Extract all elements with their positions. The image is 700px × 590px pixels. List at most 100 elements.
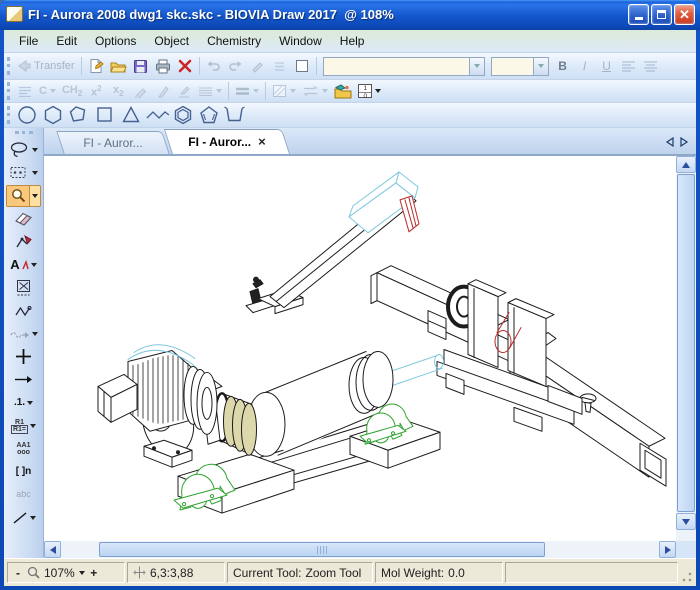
curve-arrow-tool[interactable]: [5, 323, 43, 344]
new-document-button[interactable]: [85, 55, 107, 77]
fill-style-button[interactable]: [269, 80, 299, 102]
insert-object-button[interactable]: [291, 55, 313, 77]
zoom-tool-selected[interactable]: [5, 184, 43, 207]
select-molecule-tool[interactable]: [5, 162, 43, 183]
tab-scroll-right-button[interactable]: [678, 136, 690, 148]
open-file-button[interactable]: [107, 55, 130, 77]
chevron-down-icon[interactable]: [30, 262, 37, 267]
toolbar-grip[interactable]: [7, 82, 10, 100]
chevron-down-icon[interactable]: [30, 423, 37, 428]
chevron-down-icon[interactable]: [27, 400, 34, 405]
rgroup-tool[interactable]: R1 R1=: [5, 415, 43, 436]
zoom-in-button[interactable]: +: [89, 566, 99, 580]
tab-close-icon[interactable]: ×: [258, 135, 266, 148]
ring-template-button[interactable]: [222, 104, 248, 126]
redo-button[interactable]: [225, 55, 247, 77]
chevron-down-icon[interactable]: [29, 515, 36, 520]
underline-button[interactable]: U: [596, 55, 618, 77]
tab-inactive-document[interactable]: FI - Auror...: [56, 131, 170, 154]
menu-object[interactable]: Object: [145, 31, 198, 51]
pencil-tool-button[interactable]: [129, 80, 151, 102]
print-button[interactable]: [152, 55, 174, 77]
highlight-tool-button[interactable]: [173, 80, 195, 102]
plus-tool[interactable]: [5, 346, 43, 367]
scroll-right-button[interactable]: [659, 541, 676, 558]
menu-chemistry[interactable]: Chemistry: [198, 31, 270, 51]
superscript-button[interactable]: x2: [85, 80, 107, 102]
line-draw-tool[interactable]: [5, 507, 43, 528]
menu-edit[interactable]: Edit: [47, 31, 86, 51]
ratio-display-button[interactable]: 10: [355, 80, 384, 102]
delete-button[interactable]: [174, 55, 196, 77]
menu-options[interactable]: Options: [86, 31, 145, 51]
italic-button[interactable]: I: [574, 55, 596, 77]
scroll-down-button[interactable]: [676, 513, 696, 530]
tab-active-document[interactable]: FI - Auror... ×: [163, 129, 291, 154]
line-weight-button[interactable]: [232, 80, 262, 102]
chevron-down-icon[interactable]: [31, 331, 38, 336]
reaction-arrows-button[interactable]: [299, 80, 331, 102]
reaction-arrow-tool[interactable]: [5, 369, 43, 390]
toolbar-grip[interactable]: [7, 57, 10, 75]
insert-picture-button[interactable]: [331, 80, 355, 102]
ring-square-button[interactable]: [92, 104, 118, 126]
sequence-tool[interactable]: AA1 ooo: [5, 438, 43, 459]
text-tool[interactable]: A: [5, 254, 43, 275]
resize-grip[interactable]: [680, 571, 693, 584]
horizontal-scrollbar[interactable]: [44, 541, 676, 558]
toolbar-grip[interactable]: [7, 106, 10, 124]
ring-triangle-button[interactable]: [118, 104, 144, 126]
undo-button[interactable]: [203, 55, 225, 77]
align-left-button[interactable]: [618, 55, 640, 77]
bold-button[interactable]: B: [552, 55, 574, 77]
pen-tool-button[interactable]: [151, 80, 173, 102]
size-combo-dropdown[interactable]: [532, 57, 548, 75]
vertical-scrollbar[interactable]: [676, 155, 696, 541]
ring-hexagon-button[interactable]: [40, 104, 66, 126]
minimize-button[interactable]: [628, 3, 649, 25]
paste-options-button[interactable]: [269, 55, 291, 77]
vertical-scroll-thumb[interactable]: [677, 174, 695, 512]
zoom-out-button[interactable]: -: [13, 566, 23, 580]
menu-window[interactable]: Window: [270, 31, 331, 51]
scroll-left-button[interactable]: [44, 541, 61, 558]
transfer-button[interactable]: Transfer: [14, 55, 78, 77]
tab-scroll-left-button[interactable]: [663, 136, 675, 148]
sidebar-grip[interactable]: [14, 131, 33, 134]
save-button[interactable]: [130, 55, 152, 77]
eraser-tool[interactable]: [5, 208, 43, 229]
menu-help[interactable]: Help: [331, 31, 374, 51]
zoom-dropdown[interactable]: [78, 570, 85, 575]
ch2-button[interactable]: CH2: [59, 80, 85, 102]
font-family-combo[interactable]: [322, 56, 485, 76]
atom-symbol-button[interactable]: C: [36, 80, 59, 102]
drawing-canvas[interactable]: [44, 155, 676, 541]
chevron-down-icon[interactable]: [31, 147, 38, 152]
chain-tool-button[interactable]: [144, 104, 170, 126]
menu-file[interactable]: File: [10, 31, 47, 51]
atom-box-tool[interactable]: [5, 277, 43, 298]
atom-map-tool[interactable]: .1.: [5, 392, 43, 413]
lasso-select-tool[interactable]: [5, 139, 43, 160]
close-button[interactable]: ✕: [674, 3, 695, 25]
maximize-button[interactable]: [651, 3, 672, 25]
hatch-lines-button[interactable]: [195, 80, 225, 102]
subscript-button[interactable]: x2: [107, 80, 129, 102]
ring-circle-button[interactable]: [14, 104, 40, 126]
ring-pentagon-button[interactable]: [66, 104, 92, 126]
bracket-tool[interactable]: [ ]n: [5, 461, 43, 482]
copy-style-button[interactable]: [247, 55, 269, 77]
chain-bond-tool[interactable]: [5, 300, 43, 321]
ring-aromatic-button[interactable]: [170, 104, 196, 126]
draw-bond-tool[interactable]: [5, 231, 43, 252]
horizontal-scroll-thumb[interactable]: [99, 542, 545, 557]
chevron-down-icon[interactable]: [31, 170, 38, 175]
font-combo-dropdown[interactable]: [468, 57, 484, 75]
ring-cyclopentadiene-button[interactable]: [196, 104, 222, 126]
paragraph-button[interactable]: [14, 80, 36, 102]
zoom-tool-dropdown[interactable]: [29, 185, 40, 206]
align-center-button[interactable]: [640, 55, 662, 77]
abc-label-tool[interactable]: abc: [5, 484, 43, 505]
font-size-combo[interactable]: [490, 56, 549, 76]
scroll-up-button[interactable]: [676, 156, 696, 173]
